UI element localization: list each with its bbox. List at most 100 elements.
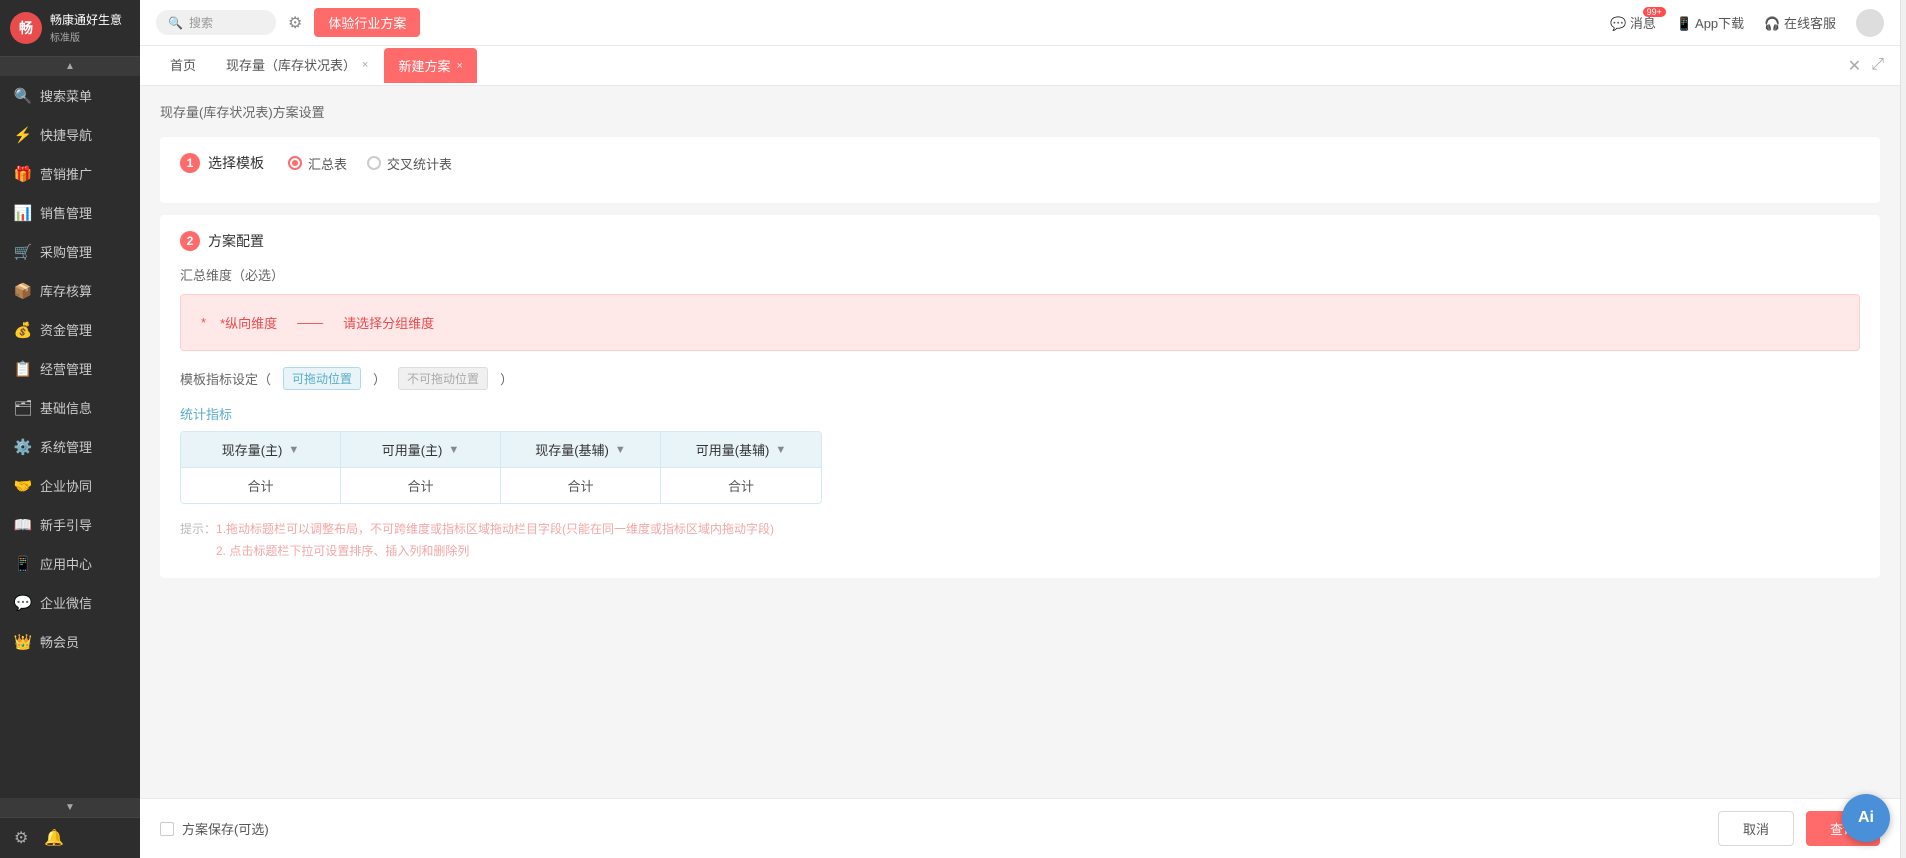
- tab-inventory-close[interactable]: ×: [362, 59, 368, 71]
- app-version: 标准版: [50, 29, 122, 44]
- sidebar-item-label: 营销推广: [40, 164, 92, 183]
- close-window-icon[interactable]: ✕: [1848, 56, 1861, 76]
- col-current-aux[interactable]: 现存量(基辅) ▼: [501, 432, 661, 467]
- step1-badge: 1: [180, 153, 200, 173]
- search-menu-icon: 🔍: [14, 87, 32, 105]
- sidebar-item-label: 经营管理: [40, 359, 92, 378]
- message-icon: 💬: [1610, 16, 1626, 31]
- marketing-icon: 🎁: [14, 165, 32, 183]
- col-available-main-chevron[interactable]: ▼: [448, 444, 459, 456]
- stat-table-body-row: 合计 合计 合计 合计: [181, 467, 821, 503]
- ai-label: Ai: [1858, 809, 1874, 827]
- step1-card: 1 选择模板 汇总表 交叉统计表: [160, 137, 1880, 203]
- sidebar-item-label: 系统管理: [40, 437, 92, 456]
- sidebar-item-member[interactable]: 👑 畅会员: [0, 622, 140, 661]
- content-area: 现存量(库存状况表)方案设置 1 选择模板 汇总表 交叉统计表: [140, 86, 1900, 798]
- sidebar-item-app-center[interactable]: 📱 应用中心: [0, 544, 140, 583]
- sidebar-item-label: 基础信息: [40, 398, 92, 417]
- page-title: 现存量(库存状况表)方案设置: [160, 102, 1880, 121]
- search-icon: 🔍: [168, 16, 183, 30]
- enterprise-icon: 🤝: [14, 477, 32, 495]
- step2-badge: 2: [180, 231, 200, 251]
- online-service-link[interactable]: 🎧 在线客服: [1764, 13, 1836, 32]
- sidebar-item-system[interactable]: ⚙️ 系统管理: [0, 427, 140, 466]
- sidebar: 畅 畅康通好生意 标准版 ▲ 🔍 搜索菜单 ⚡ 快捷导航 🎁 营销推广 📊 销售…: [0, 0, 140, 858]
- sidebar-item-search[interactable]: 🔍 搜索菜单: [0, 76, 140, 115]
- tab-inventory[interactable]: 现存量（库存状况表） ×: [212, 47, 382, 84]
- dimension-box[interactable]: * *纵向维度 —— 请选择分组维度: [180, 294, 1860, 351]
- tabbar: 首页 现存量（库存状况表） × 新建方案 × ✕ ⤢: [140, 46, 1900, 86]
- window-controls: ✕ ⤢: [1848, 56, 1884, 76]
- tab-new-plan-label: 新建方案: [398, 56, 450, 75]
- tab-home-label: 首页: [170, 55, 196, 74]
- sidebar-item-purchase[interactable]: 🛒 采购管理: [0, 232, 140, 271]
- ai-assistant-button[interactable]: Ai: [1842, 794, 1890, 842]
- radio-cross-label: 交叉统计表: [387, 154, 452, 173]
- sidebar-nav: 🔍 搜索菜单 ⚡ 快捷导航 🎁 营销推广 📊 销售管理 🛒 采购管理 📦 库存核…: [0, 76, 140, 798]
- message-badge[interactable]: 💬 消息 99+: [1610, 13, 1656, 32]
- sidebar-item-label: 应用中心: [40, 554, 92, 573]
- sidebar-item-sales[interactable]: 📊 销售管理: [0, 193, 140, 232]
- topbar-gear-icon[interactable]: ⚙: [288, 13, 302, 33]
- user-avatar[interactable]: [1856, 9, 1884, 37]
- sidebar-item-label: 资金管理: [40, 320, 92, 339]
- sidebar-item-label: 企业微信: [40, 593, 92, 612]
- sound-icon[interactable]: 🔔: [44, 828, 64, 848]
- sidebar-item-quick-nav[interactable]: ⚡ 快捷导航: [0, 115, 140, 154]
- sidebar-item-label: 销售管理: [40, 203, 92, 222]
- tab-new-plan-close[interactable]: ×: [456, 60, 462, 72]
- col-available-aux-chevron[interactable]: ▼: [775, 444, 786, 456]
- col-current-aux-chevron[interactable]: ▼: [615, 444, 626, 456]
- radio-summary[interactable]: 汇总表: [288, 154, 347, 173]
- stat-section-title: 统计指标: [180, 404, 1860, 423]
- sidebar-scroll-up[interactable]: ▲: [0, 57, 140, 76]
- basic-info-icon: 🗂: [14, 399, 32, 417]
- tab-new-plan[interactable]: 新建方案 ×: [384, 48, 476, 83]
- sidebar-scroll-down[interactable]: ▼: [0, 798, 140, 817]
- sidebar-item-newbie[interactable]: 📖 新手引导: [0, 505, 140, 544]
- sidebar-item-operations[interactable]: 📋 经营管理: [0, 349, 140, 388]
- operations-icon: 📋: [14, 360, 32, 378]
- indicator-setting-suffix: ）: [373, 369, 386, 388]
- settings-icon[interactable]: ⚙: [14, 828, 28, 848]
- sidebar-item-inventory[interactable]: 📦 库存核算: [0, 271, 140, 310]
- topbar: 🔍 搜索 ⚙ 体验行业方案 💬 消息 99+ 📱 App下载 🎧 在线客服: [140, 0, 1900, 46]
- stat-table-data-row: 合计 合计 合计 合计: [181, 467, 821, 503]
- indicator-setting-row: 模板指标设定（ 可拖动位置 ） 不可拖动位置 ）: [180, 367, 1860, 390]
- search-box[interactable]: 🔍 搜索: [156, 10, 276, 35]
- col-current-main[interactable]: 现存量(主) ▼: [181, 432, 341, 467]
- radio-cross[interactable]: 交叉统计表: [367, 154, 452, 173]
- sidebar-item-marketing[interactable]: 🎁 营销推广: [0, 154, 140, 193]
- template-radio-group: 汇总表 交叉统计表: [288, 154, 452, 173]
- radio-cross-circle: [367, 156, 381, 170]
- step1-title: 选择模板: [208, 153, 264, 173]
- sidebar-item-basic-info[interactable]: 🗂 基础信息: [0, 388, 140, 427]
- cell-available-main-subtotal: 合计: [341, 467, 501, 503]
- dimension-placeholder: 请选择分组维度: [343, 313, 434, 332]
- tab-home[interactable]: 首页: [156, 47, 210, 84]
- app-download-link[interactable]: 📱 App下载: [1676, 13, 1744, 32]
- sidebar-item-label: 搜索菜单: [40, 86, 92, 105]
- save-checkbox-row[interactable]: 方案保存(可选): [160, 819, 269, 838]
- cell-current-main-subtotal: 合计: [181, 467, 341, 503]
- finance-icon: 💰: [14, 321, 32, 339]
- resize-handle[interactable]: [1900, 0, 1906, 858]
- col-available-main[interactable]: 可用量(主) ▼: [341, 432, 501, 467]
- not-draggable-tag: 不可拖动位置: [398, 367, 488, 390]
- sidebar-item-wechat[interactable]: 💬 企业微信: [0, 583, 140, 622]
- sidebar-item-enterprise[interactable]: 🤝 企业协同: [0, 466, 140, 505]
- col-available-aux-label: 可用量(基辅): [696, 440, 770, 459]
- logo-icon: 畅: [10, 12, 42, 44]
- purchase-icon: 🛒: [14, 243, 32, 261]
- industry-plan-button[interactable]: 体验行业方案: [314, 8, 420, 37]
- search-placeholder: 搜索: [189, 14, 213, 31]
- cancel-button[interactable]: 取消: [1718, 811, 1794, 846]
- col-available-aux[interactable]: 可用量(基辅) ▼: [661, 432, 821, 467]
- col-available-main-label: 可用量(主): [382, 440, 443, 459]
- quick-nav-icon: ⚡: [14, 126, 32, 144]
- expand-window-icon[interactable]: ⤢: [1871, 56, 1884, 76]
- save-checkbox[interactable]: [160, 822, 174, 836]
- sidebar-item-finance[interactable]: 💰 资金管理: [0, 310, 140, 349]
- col-current-main-chevron[interactable]: ▼: [288, 444, 299, 456]
- draggable-tag: 可拖动位置: [283, 367, 361, 390]
